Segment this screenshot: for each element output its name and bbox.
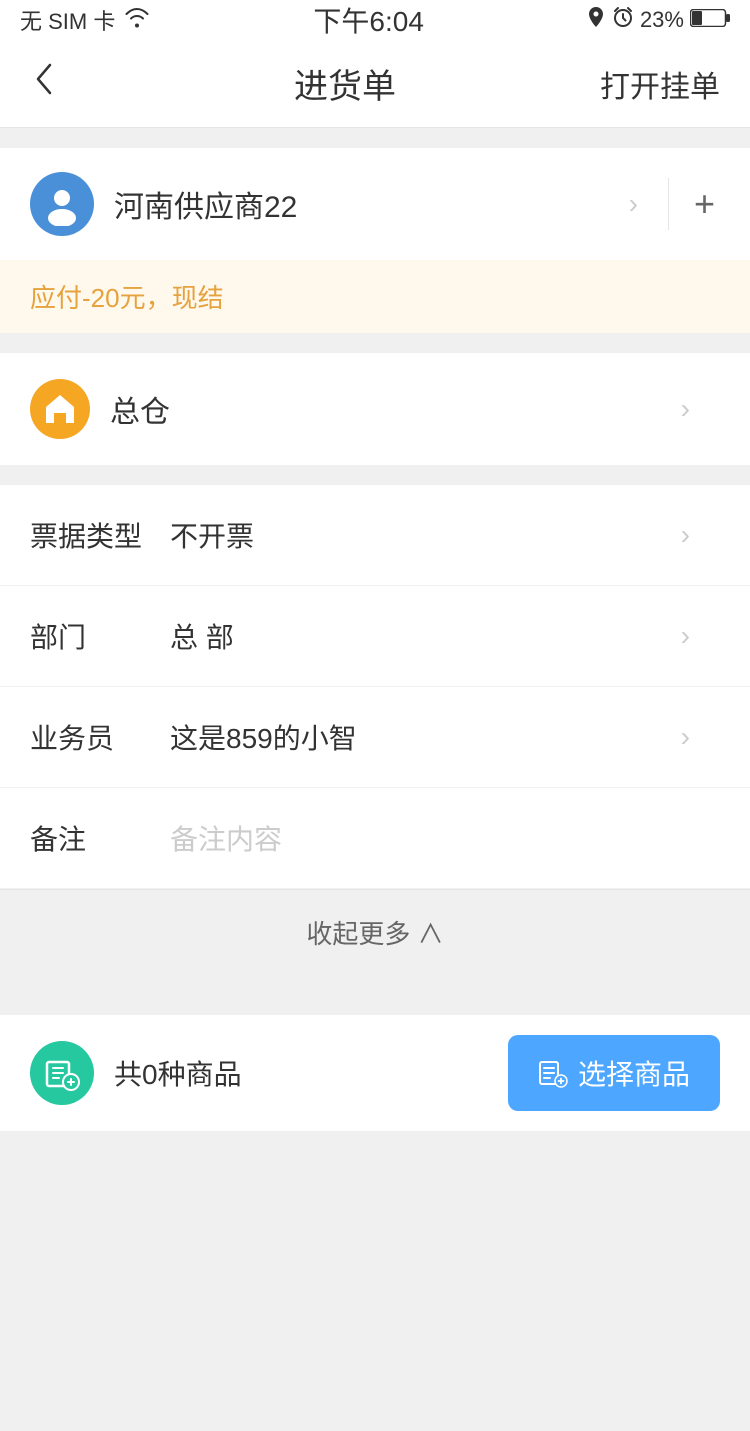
status-right: 23% [586,6,730,34]
warehouse-row[interactable]: 总仓 › [0,353,750,465]
department-row[interactable]: 部门 总 部 › [0,586,750,687]
salesperson-label: 业务员 [30,717,160,757]
status-left: 无 SIM 卡 [20,4,151,36]
page-title: 进货单 [294,59,396,108]
ticket-type-row[interactable]: 票据类型 不开票 › [0,485,750,586]
warehouse-chevron-icon: › [681,393,690,425]
alarm-icon [612,6,634,34]
form-section: 票据类型 不开票 › 部门 总 部 › 业务员 这是859的小智 › 备注 备注… [0,485,750,975]
notice-text: 应付-20元，现结 [30,283,224,313]
department-value: 总 部 [160,616,681,656]
wifi-icon [123,6,151,34]
collapse-button[interactable]: 收起更多 ∧ [0,889,750,975]
product-icon [30,1041,94,1105]
carrier-text: 无 SIM 卡 [20,4,115,36]
department-chevron-icon: › [681,620,690,652]
supplier-name: 河南供应商22 [114,182,629,226]
bottom-area [0,1131,750,1431]
status-bar: 无 SIM 卡 下午6:04 23% [0,0,750,40]
remark-row[interactable]: 备注 备注内容 [0,788,750,889]
warehouse-icon [30,379,90,439]
battery-text: 23% [640,7,684,33]
supplier-row[interactable]: 河南供应商22 › + [0,148,750,260]
supplier-chevron-icon: › [629,188,638,220]
section-gap-2 [0,975,750,995]
ticket-type-chevron-icon: › [681,519,690,551]
battery-icon [690,7,730,33]
supplier-avatar [30,172,94,236]
section-gap-1 [0,128,750,148]
supplier-section: 河南供应商22 › + 应付-20元，现结 [0,148,750,333]
warehouse-name: 总仓 [110,387,681,431]
ticket-type-label: 票据类型 [30,515,160,555]
warehouse-section: 总仓 › [0,353,750,465]
product-section: 共0种商品 选择商品 [0,1015,750,1131]
salesperson-value: 这是859的小智 [160,717,681,757]
select-product-icon [538,1058,568,1088]
select-product-button[interactable]: 选择商品 [508,1035,720,1111]
salesperson-row[interactable]: 业务员 这是859的小智 › [0,687,750,788]
location-icon [586,6,606,34]
product-count: 共0种商品 [114,1053,508,1093]
status-time: 下午6:04 [313,0,424,40]
ticket-type-value: 不开票 [160,515,681,555]
open-pending-button[interactable]: 打开挂单 [600,62,720,106]
remark-label: 备注 [30,818,160,858]
notice-banner: 应付-20元，现结 [0,260,750,333]
remark-placeholder[interactable]: 备注内容 [160,818,720,858]
department-label: 部门 [30,616,160,656]
select-product-label: 选择商品 [578,1053,690,1093]
add-supplier-button[interactable]: + [668,178,720,230]
back-button[interactable] [30,57,90,110]
salesperson-chevron-icon: › [681,721,690,753]
nav-bar: 进货单 打开挂单 [0,40,750,128]
